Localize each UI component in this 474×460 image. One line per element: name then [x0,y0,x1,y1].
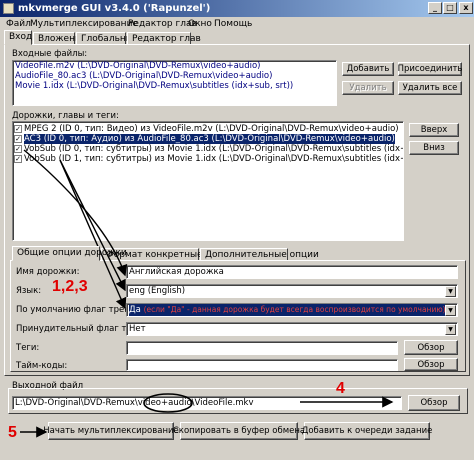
tab-general-track-options[interactable]: Общие опции дорожки [12,246,127,261]
tab-input[interactable]: Вход [4,30,32,45]
annotation-highlight-ellipse [143,393,193,413]
annotation-overlay [20,149,394,438]
annotation-steps-123: 1,2,3 [52,278,88,295]
annotation-step-4: 4 [336,380,345,397]
annotation-arrow [59,159,126,292]
annotation-step-5: 5 [8,424,17,441]
